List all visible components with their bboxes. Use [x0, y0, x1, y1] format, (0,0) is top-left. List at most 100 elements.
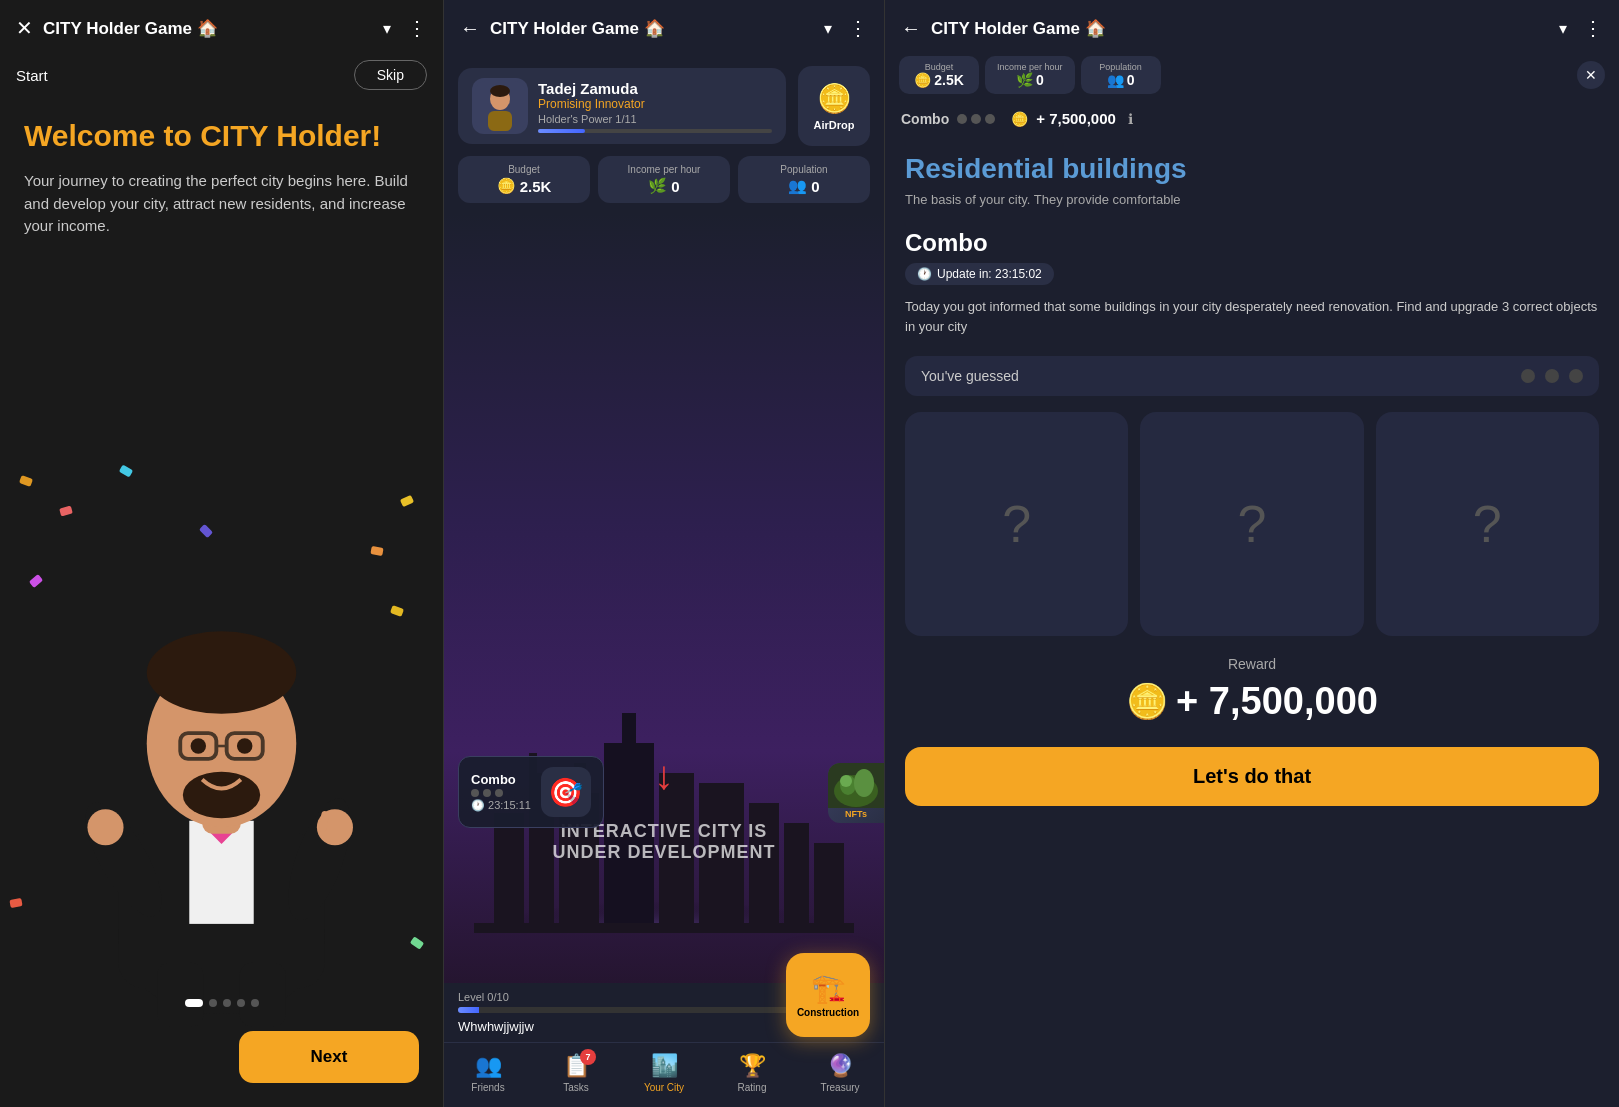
svg-point-14	[87, 809, 123, 845]
combo-strip-reward: + 7,500,000	[1036, 110, 1116, 127]
construction-icon: 🏗️	[811, 972, 846, 1005]
topbar-panel1: ✕ CITY Holder Game 🏠 ▾ ⋮	[0, 0, 443, 56]
app-title-p1: CITY Holder Game 🏠	[43, 18, 373, 39]
mystery-card-2[interactable]: ?	[1140, 412, 1363, 635]
income-icon: 🌿	[648, 177, 667, 195]
svg-point-6	[147, 631, 297, 713]
panel-city-main: ← CITY Holder Game 🏠 ▾ ⋮ Tadej Zamuda Pr…	[443, 0, 885, 1107]
nav-tasks[interactable]: 📋 7 Tasks	[532, 1049, 620, 1097]
reward-coin-icon: 🪙	[1126, 681, 1168, 721]
combo-float-card[interactable]: Combo 🕐 23:15:11 🎯	[458, 756, 604, 828]
topbar-panel3: ← CITY Holder Game 🏠 ▾ ⋮	[885, 0, 1619, 56]
guessed-label: You've guessed	[921, 368, 1511, 384]
income-value: 0	[671, 178, 679, 195]
guess-dot-2	[1545, 369, 1559, 383]
back-icon-p3[interactable]: ←	[901, 17, 921, 40]
combo-dot-3	[495, 789, 503, 797]
airdrop-label: AirDrop	[814, 119, 855, 131]
svg-point-11	[237, 738, 252, 753]
nav-treasury[interactable]: 🔮 Treasury	[796, 1049, 884, 1097]
start-label: Start	[16, 67, 48, 84]
svg-rect-18	[157, 963, 203, 1027]
dot-3	[223, 999, 231, 1007]
combo-strip: Combo 🪙 + 7,500,000 ℹ	[885, 104, 1619, 137]
combo-dot-2	[483, 789, 491, 797]
combo-detail-title: Combo	[905, 229, 1599, 257]
nfts-label: NFTs	[828, 809, 884, 819]
avatar	[472, 78, 528, 134]
cs-dot-2	[971, 114, 981, 124]
app-title-p3: CITY Holder Game 🏠	[931, 18, 1549, 39]
red-arrow-indicator: ↓	[654, 753, 674, 798]
power-bar	[538, 129, 772, 133]
treasury-label: Treasury	[820, 1082, 859, 1093]
svg-rect-23	[488, 111, 512, 131]
more-options-icon-p2[interactable]: ⋮	[848, 16, 868, 40]
nav-rating[interactable]: 🏆 Rating	[708, 1049, 796, 1097]
profile-power: Holder's Power 1/11	[538, 113, 772, 125]
avatar-image	[475, 81, 525, 131]
p3-stat-population: Population 👥 0	[1081, 56, 1161, 94]
stat-population: Population 👥 0	[738, 156, 870, 203]
close-panel-button[interactable]: ✕	[1577, 61, 1605, 89]
reward-section: Reward 🪙 + 7,500,000	[905, 656, 1599, 723]
svg-rect-25	[494, 813, 524, 933]
skip-button[interactable]: Skip	[354, 60, 427, 90]
city-scene: INTERACTIVE CITY IS UNDER DEVELOPMENT NF…	[444, 213, 884, 983]
nav-your-city[interactable]: 🏙️ Your City	[620, 1049, 708, 1097]
update-timer-badge: 🕐 Update in: 23:15:02	[905, 263, 1054, 285]
svg-point-41	[854, 769, 874, 797]
stat-budget: Budget 🪙 2.5K	[458, 156, 590, 203]
bottom-nav: 👥 Friends 📋 7 Tasks 🏙️ Your City 🏆 Ratin…	[444, 1042, 884, 1107]
welcome-description: Your journey to creating the perfect cit…	[24, 170, 419, 238]
airdrop-button[interactable]: 🪙 AirDrop	[798, 66, 870, 146]
mystery-card-1[interactable]: ?	[905, 412, 1128, 635]
combo-strip-dots	[957, 114, 995, 124]
nfts-image	[828, 763, 884, 808]
next-button[interactable]: Next	[239, 1031, 419, 1083]
dot-1	[185, 999, 203, 1007]
stat-income: Income per hour 🌿 0	[598, 156, 730, 203]
more-options-icon-p1[interactable]: ⋮	[407, 16, 427, 40]
tasks-label: Tasks	[563, 1082, 589, 1093]
profile-bar: Tadej Zamuda Promising Innovator Holder'…	[444, 56, 884, 156]
level-progress-fill	[458, 1007, 479, 1013]
guess-dot-3	[1569, 369, 1583, 383]
nfts-badge[interactable]: NFTs	[828, 763, 884, 823]
guessed-row: You've guessed	[905, 356, 1599, 396]
mystery-cards: ? ? ?	[905, 412, 1599, 635]
construction-fab[interactable]: 🏗️ Construction	[786, 953, 870, 1037]
dot-4	[237, 999, 245, 1007]
lets-do-that-button[interactable]: Let's do that	[905, 747, 1599, 806]
p3-main-content: Residential buildings The basis of your …	[885, 137, 1619, 1107]
back-icon-p2[interactable]: ←	[460, 17, 480, 40]
update-timer-label: Update in: 23:15:02	[937, 267, 1042, 281]
svg-point-12	[183, 772, 260, 818]
chevron-down-icon-p1[interactable]: ▾	[383, 19, 391, 38]
mystery-card-3[interactable]: ?	[1376, 412, 1599, 635]
svg-point-42	[840, 775, 852, 787]
topbar-panel2: ← CITY Holder Game 🏠 ▾ ⋮	[444, 0, 884, 56]
cs-dot-1	[957, 114, 967, 124]
info-icon[interactable]: ℹ	[1128, 111, 1133, 127]
p3-stat-budget: Budget 🪙 2.5K	[899, 56, 979, 94]
combo-target-icon: 🎯	[541, 767, 591, 817]
power-fill	[538, 129, 585, 133]
svg-rect-37	[474, 923, 854, 933]
subbar-p1: Start Skip	[0, 56, 443, 98]
profile-role: Promising Innovator	[538, 97, 772, 111]
nav-friends[interactable]: 👥 Friends	[444, 1049, 532, 1097]
more-options-icon-p3[interactable]: ⋮	[1583, 16, 1603, 40]
clock-icon: 🕐	[917, 267, 932, 281]
chevron-down-icon-p3[interactable]: ▾	[1559, 19, 1567, 38]
close-icon[interactable]: ✕	[16, 16, 33, 40]
p3-population-icon: 👥	[1107, 72, 1124, 88]
rating-label: Rating	[738, 1082, 767, 1093]
your-city-label: Your City	[644, 1082, 684, 1093]
budget-value: 2.5K	[520, 178, 552, 195]
character-illustration	[0, 447, 443, 1027]
chevron-down-icon-p2[interactable]: ▾	[824, 19, 832, 38]
profile-card[interactable]: Tadej Zamuda Promising Innovator Holder'…	[458, 68, 786, 144]
section-description: The basis of your city. They provide com…	[905, 191, 1599, 209]
reward-label: Reward	[905, 656, 1599, 672]
